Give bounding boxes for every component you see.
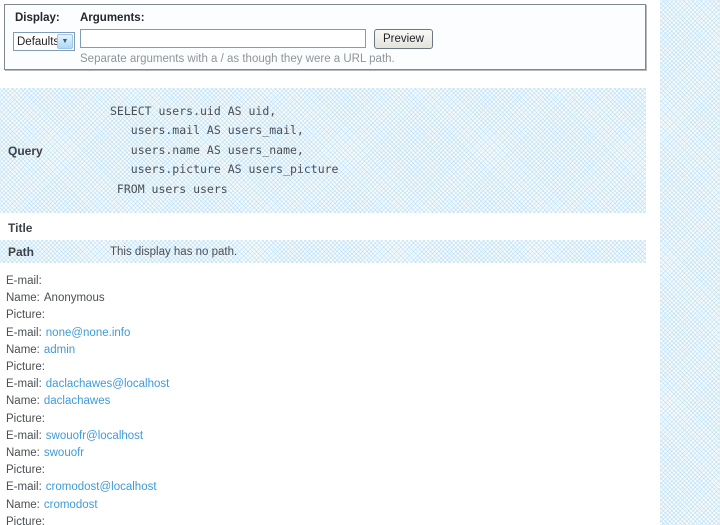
picture-field-label: Picture: (6, 361, 45, 374)
path-value: This display has no path. (110, 245, 238, 258)
field-line-name: Name: admin (6, 342, 646, 359)
preview-fieldset: Display: Defaults ▼ Arguments: Preview S… (4, 4, 646, 70)
display-select[interactable]: Defaults ▼ (13, 32, 75, 51)
field-line-name: Name: swouofr (6, 445, 646, 462)
display-column: Display: Defaults ▼ (13, 12, 75, 51)
email-field-label: E-mail: (6, 326, 42, 339)
path-row: Path This display has no path. (0, 240, 646, 263)
field-line-name: Name: daclachawes (6, 393, 646, 410)
user-name-link[interactable]: daclachawes (44, 395, 110, 407)
chevron-down-icon: ▼ (57, 34, 73, 49)
email-field-label: E-mail: (6, 275, 42, 287)
arguments-label: Arguments: (80, 12, 145, 24)
name-field-label: Name: (6, 292, 40, 305)
picture-field-label: Picture: (6, 464, 45, 477)
preview-button[interactable]: Preview (374, 29, 433, 49)
field-line-picture: Picture: (6, 514, 646, 525)
field-line-email: E-mail: none@none.info (6, 325, 646, 342)
picture-field-label: Picture: (6, 515, 45, 525)
email-field-label: E-mail: (6, 481, 42, 494)
email-field-label: E-mail: (6, 429, 42, 442)
title-row: Title (0, 215, 646, 240)
name-field-label: Name: (6, 343, 40, 356)
arguments-hint: Separate arguments with a / as though th… (80, 53, 395, 65)
field-line-picture: Picture: (6, 462, 646, 479)
field-line-email: E-mail: swouofr@localhost (6, 428, 646, 445)
query-sql: SELECT users.uid AS uid, users.mail AS u… (110, 103, 339, 196)
field-line-picture: Picture: (6, 359, 646, 376)
email-field-label: E-mail: (6, 378, 42, 391)
picture-field-label: Picture: (6, 412, 45, 425)
field-line-picture: Picture: (6, 307, 646, 324)
field-line-picture: Picture: (6, 411, 646, 428)
field-line-name: Name: cromodost (6, 497, 646, 514)
path-label: Path (8, 244, 35, 259)
results-list: E-mail: Name: Anonymous Picture: E-mail: none… (6, 273, 646, 525)
query-row: Query SELECT users.uid AS uid, users.mai… (0, 88, 646, 213)
arguments-column: Arguments: Preview Separate arguments wi… (80, 12, 433, 65)
name-field-label: Name: (6, 447, 40, 460)
user-email-link[interactable]: daclachawes@localhost (46, 378, 170, 390)
page-background-strip (660, 0, 720, 525)
name-field-label: Name: (6, 498, 40, 511)
user-name-text: Anonymous (43, 292, 105, 305)
display-select-value: Defaults (17, 35, 57, 48)
field-line-email: E-mail: cromodost@localhost (6, 479, 646, 496)
display-label: Display: (15, 12, 60, 24)
field-line-email: E-mail: daclachawes@localhost (6, 376, 646, 393)
user-email-link[interactable]: cromodost@localhost (46, 481, 157, 493)
field-line-email: E-mail: (6, 273, 646, 290)
user-name-link[interactable]: swouofr (44, 447, 84, 459)
title-label: Title (8, 220, 33, 235)
user-email-link[interactable]: none@none.info (46, 327, 131, 339)
user-name-link[interactable]: cromodost (44, 499, 98, 511)
query-label: Query (8, 143, 43, 158)
user-name-link[interactable]: admin (44, 344, 75, 356)
picture-field-label: Picture: (6, 309, 45, 322)
field-line-name: Name: Anonymous (6, 290, 646, 307)
arguments-input[interactable] (80, 29, 366, 48)
name-field-label: Name: (6, 395, 40, 408)
user-email-link[interactable]: swouofr@localhost (46, 430, 143, 442)
